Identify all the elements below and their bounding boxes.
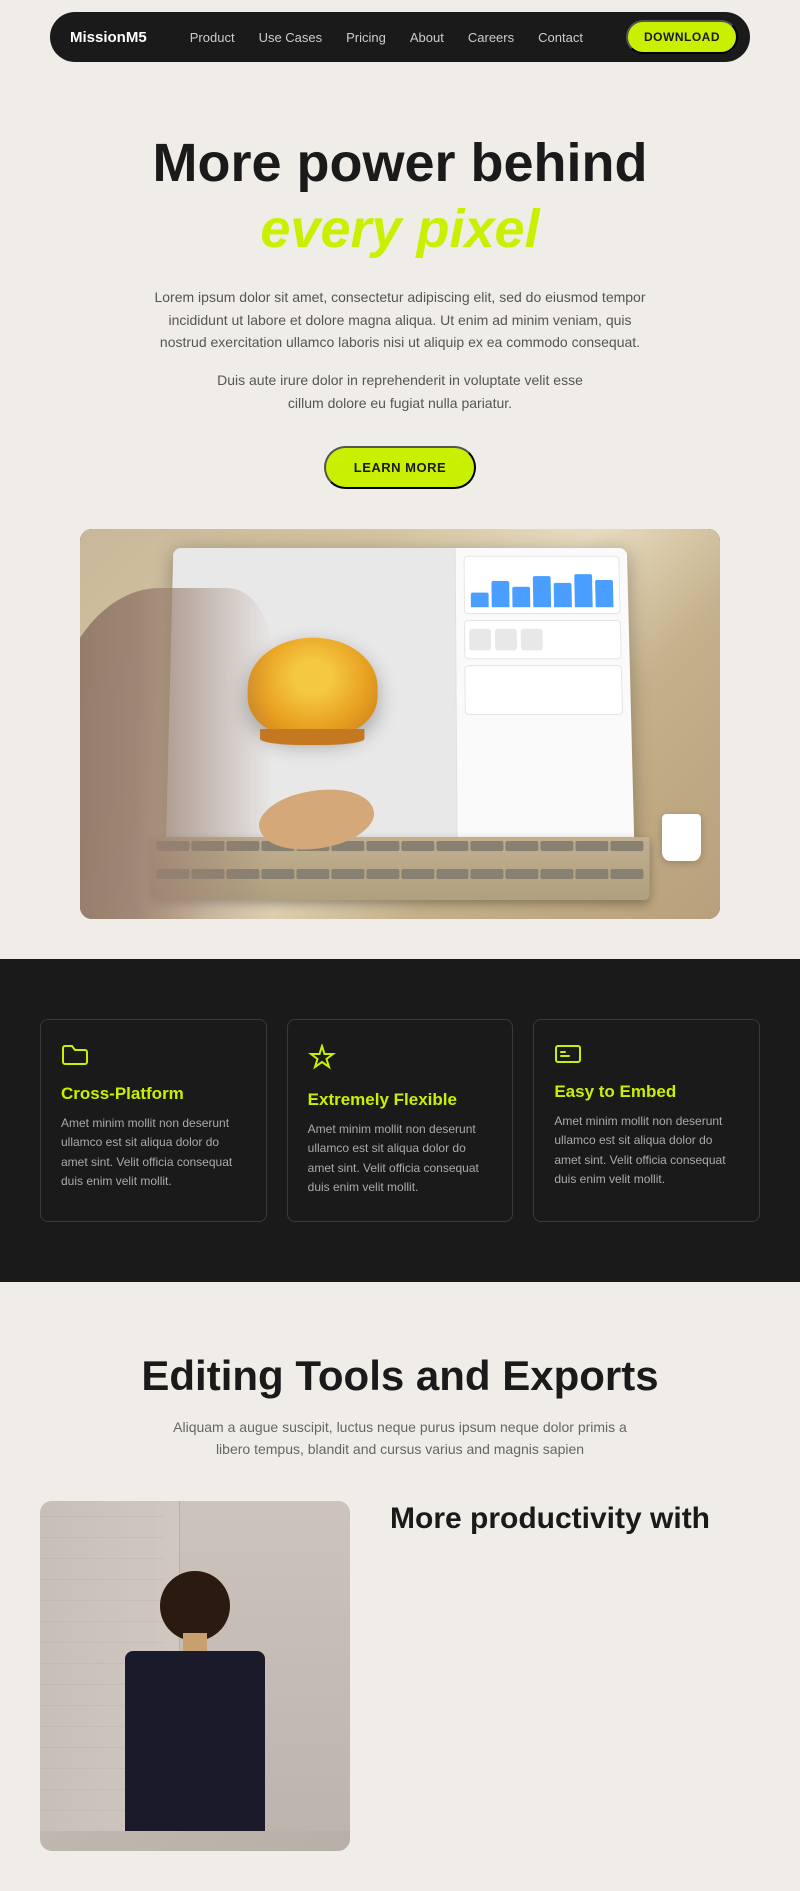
tools-section: Editing Tools and Exports Aliquam a augu… <box>0 1282 800 1891</box>
folder-icon <box>61 1044 246 1072</box>
features-grid: Cross-Platform Amet minim mollit non des… <box>40 1019 760 1222</box>
chart-bar-1 <box>470 592 488 607</box>
tools-desc: Aliquam a augue suscipit, luctus neque p… <box>160 1416 640 1461</box>
tools-title: Editing Tools and Exports <box>40 1352 760 1400</box>
feature-desc-2: Amet minim mollit non deserunt ullamco e… <box>308 1120 493 1197</box>
learn-more-button[interactable]: LEARN MORE <box>324 446 476 489</box>
feature-card-2: Extremely Flexible Amet minim mollit non… <box>287 1019 514 1222</box>
sidebar-tools-panel <box>464 620 622 659</box>
feature-desc-1: Amet minim mollit non deserunt ullamco e… <box>61 1114 246 1191</box>
chart-bar-2 <box>491 581 509 607</box>
hero-title-line2: every pixel <box>80 197 720 262</box>
feature-desc-3: Amet minim mollit non deserunt ullamco e… <box>554 1112 739 1189</box>
hero-description: Lorem ipsum dolor sit amet, consectetur … <box>150 286 650 353</box>
laptop-mockup <box>80 529 720 919</box>
embed-icon <box>554 1044 739 1070</box>
feature-title-3: Easy to Embed <box>554 1082 739 1102</box>
sidebar-info-panel <box>464 665 623 715</box>
brand-logo: MissionM5 <box>70 29 147 46</box>
feature-card-1: Cross-Platform Amet minim mollit non des… <box>40 1019 267 1222</box>
chart-bar-6 <box>574 574 592 607</box>
tool-1 <box>469 629 491 651</box>
hero-section: More power behind every pixel Lorem ipsu… <box>0 74 800 959</box>
download-button[interactable]: DOWNLOAD <box>626 20 738 54</box>
nav-pricing[interactable]: Pricing <box>336 25 396 50</box>
chart-bar-5 <box>553 583 571 607</box>
nav-product[interactable]: Product <box>180 25 245 50</box>
nav-careers[interactable]: Careers <box>458 25 524 50</box>
sidebar-chart-panel <box>463 556 620 614</box>
hero-sub-description: Duis aute irure dolor in reprehenderit i… <box>200 369 600 414</box>
navbar: MissionM5 Product Use Cases Pricing Abou… <box>0 12 800 62</box>
chart-bar-7 <box>595 579 613 607</box>
tools-image <box>40 1501 350 1851</box>
cup-object <box>662 814 700 861</box>
chart-bar-4 <box>533 576 551 607</box>
person-head <box>160 1571 230 1641</box>
features-section: Cross-Platform Amet minim mollit non des… <box>0 959 800 1282</box>
nav-use-cases[interactable]: Use Cases <box>249 25 333 50</box>
person-silhouette <box>80 588 272 920</box>
hero-title-line1: More power behind <box>80 134 720 193</box>
tools-text-area: More productivity with <box>390 1501 760 1537</box>
chart-bar-3 <box>512 587 530 607</box>
nav-links: Product Use Cases Pricing About Careers … <box>180 25 593 50</box>
tools-content: More productivity with <box>40 1501 760 1851</box>
tool-2 <box>495 629 517 651</box>
tool-3 <box>520 629 542 651</box>
screen-sidebar <box>454 548 634 851</box>
feature-title-1: Cross-Platform <box>61 1084 246 1104</box>
feature-title-2: Extremely Flexible <box>308 1090 493 1110</box>
hero-image <box>80 529 720 919</box>
nav-contact[interactable]: Contact <box>528 25 593 50</box>
star-icon <box>308 1044 493 1078</box>
tools-text-title: More productivity with <box>390 1501 760 1537</box>
feature-card-3: Easy to Embed Amet minim mollit non dese… <box>533 1019 760 1222</box>
nav-about[interactable]: About <box>400 25 454 50</box>
